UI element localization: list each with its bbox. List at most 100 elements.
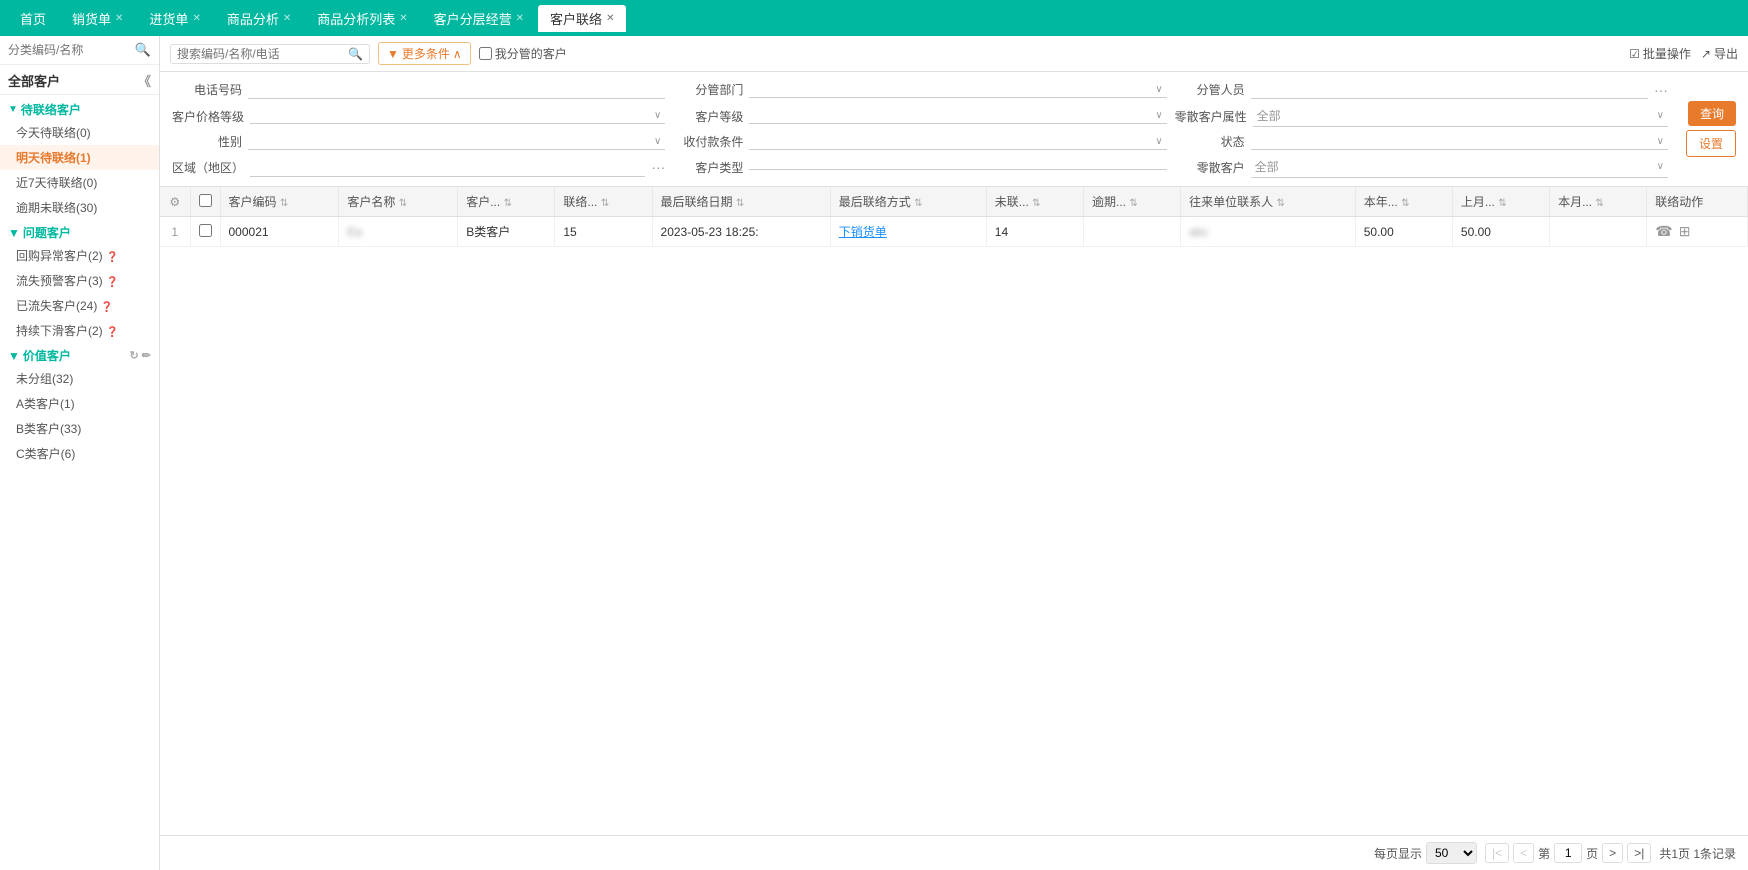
sidebar-group-problem[interactable]: ▼ 问题客户 xyxy=(0,220,159,243)
page-number-input[interactable] xyxy=(1554,843,1582,863)
triangle-icon: ▼ xyxy=(8,226,20,240)
sidebar-item-c-class[interactable]: C类客户(6) xyxy=(0,441,159,466)
export-icon: ↗ xyxy=(1701,47,1711,61)
my-customers-checkbox[interactable]: 我分管的客户 xyxy=(479,45,567,62)
filter-value-level: 客户价格等级 ∨ xyxy=(172,108,665,125)
close-icon[interactable]: ✕ xyxy=(606,13,614,24)
toolbar: 🔍 ▼ 更多条件 ∧ 我分管的客户 ☑ 批量操作 ↗ 导出 xyxy=(160,36,1748,72)
sidebar-group-pending[interactable]: ▼ 待联络客户 xyxy=(0,95,159,120)
filter-row-2: 客户价格等级 ∨ 客户等级 ∨ xyxy=(172,105,1668,127)
col-this-month[interactable]: 本月... ⇅ xyxy=(1550,187,1647,217)
col-code[interactable]: 客户编码 ⇅ xyxy=(220,187,339,217)
sidebar-item-churn-warning[interactable]: 流失预警客户(3) ❓ xyxy=(0,268,159,293)
row-type: B类客户 xyxy=(458,217,555,247)
filter-status: 状态 ∨ xyxy=(1175,133,1668,150)
manager-input[interactable] xyxy=(1251,80,1648,99)
value-level-select[interactable]: ∨ xyxy=(250,108,665,124)
status-select[interactable]: ∨ xyxy=(1251,134,1668,150)
sidebar-group-value[interactable]: ▼ 价值客户 ↻ ✏ xyxy=(0,343,159,366)
sidebar-item-today[interactable]: 今天待联络(0) xyxy=(0,120,159,145)
column-settings-icon[interactable]: ⚙ xyxy=(160,187,190,217)
sidebar-item-declining[interactable]: 持续下滑客户(2) ❓ xyxy=(0,318,159,343)
search-icon[interactable]: 🔍 xyxy=(135,42,151,58)
filter-retail-customer: 零散客户 全部 ∨ xyxy=(1175,156,1668,178)
last-page-button[interactable]: >| xyxy=(1627,843,1651,863)
my-customers-check[interactable] xyxy=(479,47,492,60)
sidebar: 🔍 全部客户 《 ▼ 待联络客户 今天待联络(0) 明天待联络(1) 近7天待联… xyxy=(0,36,160,870)
chevron-down-icon: ∨ xyxy=(1657,110,1664,121)
col-unit-contact[interactable]: 往来单位联系人 ⇅ xyxy=(1181,187,1356,217)
sort-icon: ⇅ xyxy=(504,198,512,209)
collapse-icon[interactable]: 《 xyxy=(138,71,151,90)
dept-select[interactable]: ∨ xyxy=(749,82,1166,98)
page-size-select[interactable]: 50 10 20 100 xyxy=(1426,842,1477,864)
col-this-year[interactable]: 本年... ⇅ xyxy=(1355,187,1452,217)
col-action: 联络动作 xyxy=(1647,187,1748,217)
close-icon[interactable]: ✕ xyxy=(192,13,200,24)
nav-purchase-order[interactable]: 进货单 ✕ xyxy=(137,5,212,32)
row-last-method[interactable]: 下销货单 xyxy=(830,217,986,247)
batch-op-button[interactable]: ☑ 批量操作 xyxy=(1629,45,1691,62)
col-contact[interactable]: 联络... ⇅ xyxy=(555,187,652,217)
sidebar-item-repurchase-anomaly[interactable]: 回购异常客户(2) ❓ xyxy=(0,243,159,268)
action-phone-icon[interactable]: ☎ xyxy=(1655,223,1672,240)
row-no-contact: 14 xyxy=(986,217,1083,247)
row-contact: 15 xyxy=(555,217,652,247)
next-page-button[interactable]: > xyxy=(1602,843,1623,863)
action-menu-icon[interactable]: ⊞ xyxy=(1679,223,1691,240)
sidebar-item-overdue[interactable]: 逾期未联络(30) xyxy=(0,195,159,220)
all-customers-header[interactable]: 全部客户 《 xyxy=(0,65,159,95)
sort-icon: ⇅ xyxy=(601,198,609,209)
sidebar-item-a-class[interactable]: A类客户(1) xyxy=(0,391,159,416)
sidebar-item-churned[interactable]: 已流失客户(24) ❓ xyxy=(0,293,159,318)
nav-sales-order[interactable]: 销货单 ✕ xyxy=(60,5,135,32)
close-icon[interactable]: ✕ xyxy=(516,13,524,24)
col-name[interactable]: 客户名称 ⇅ xyxy=(339,187,458,217)
payment-select[interactable]: ∨ xyxy=(749,134,1166,150)
sidebar-search-input[interactable] xyxy=(8,43,135,57)
sort-icon: ⇅ xyxy=(736,198,744,209)
nav-product-analysis[interactable]: 商品分析 ✕ xyxy=(215,5,303,32)
select-all-checkbox[interactable] xyxy=(190,187,220,217)
col-last-month[interactable]: 上月... ⇅ xyxy=(1452,187,1549,217)
sidebar-item-ungrouped[interactable]: 未分组(32) xyxy=(0,366,159,391)
row-last-date: 2023-05-23 18:25: xyxy=(652,217,830,247)
nav-product-analysis-list[interactable]: 商品分析列表 ✕ xyxy=(305,5,419,32)
search-box[interactable]: 🔍 xyxy=(170,44,370,64)
settings-button[interactable]: 设置 xyxy=(1686,130,1736,157)
filter-panel: 电话号码 分管部门 ∨ 分管人员 xyxy=(160,72,1748,187)
filter-manager: 分管人员 ··· xyxy=(1175,80,1668,99)
gender-select[interactable]: ∨ xyxy=(248,134,665,150)
first-page-button[interactable]: |< xyxy=(1485,843,1509,863)
nav-home[interactable]: 首页 xyxy=(8,5,58,32)
more-icon[interactable]: ··· xyxy=(1654,82,1668,98)
area-input[interactable] xyxy=(250,158,645,177)
retail-attr-select[interactable]: 全部 ∨ xyxy=(1253,105,1668,127)
close-icon[interactable]: ✕ xyxy=(399,13,407,24)
retail-customer-select[interactable]: 全部 ∨ xyxy=(1251,156,1668,178)
col-type[interactable]: 客户... ⇅ xyxy=(458,187,555,217)
close-icon[interactable]: ✕ xyxy=(283,13,291,24)
export-button[interactable]: ↗ 导出 xyxy=(1701,45,1738,62)
more-icon[interactable]: ··· xyxy=(651,159,665,175)
col-last-date[interactable]: 最后联络日期 ⇅ xyxy=(652,187,830,217)
col-overdue[interactable]: 逾期... ⇅ xyxy=(1083,187,1180,217)
query-button[interactable]: 查询 xyxy=(1688,101,1736,126)
phone-input[interactable] xyxy=(248,80,665,99)
col-no-contact[interactable]: 未联... ⇅ xyxy=(986,187,1083,217)
customer-level-select[interactable]: ∨ xyxy=(749,108,1166,124)
total-records: 共1页 1条记录 xyxy=(1659,845,1736,862)
sidebar-item-week[interactable]: 近7天待联络(0) xyxy=(0,170,159,195)
more-conditions-button[interactable]: ▼ 更多条件 ∧ xyxy=(378,42,471,65)
nav-customer-contact[interactable]: 客户联络 ✕ xyxy=(538,5,626,32)
sidebar-item-tomorrow[interactable]: 明天待联络(1) xyxy=(0,145,159,170)
col-last-method[interactable]: 最后联络方式 ⇅ xyxy=(830,187,986,217)
row-checkbox[interactable] xyxy=(190,217,220,247)
search-icon[interactable]: 🔍 xyxy=(348,47,363,61)
prev-page-button[interactable]: < xyxy=(1513,843,1534,863)
search-input[interactable] xyxy=(177,47,348,61)
sidebar-item-b-class[interactable]: B类客户(33) xyxy=(0,416,159,441)
close-icon[interactable]: ✕ xyxy=(115,13,123,24)
customer-type-select[interactable] xyxy=(749,165,1166,170)
nav-customer-layer[interactable]: 客户分层经营 ✕ xyxy=(422,5,536,32)
